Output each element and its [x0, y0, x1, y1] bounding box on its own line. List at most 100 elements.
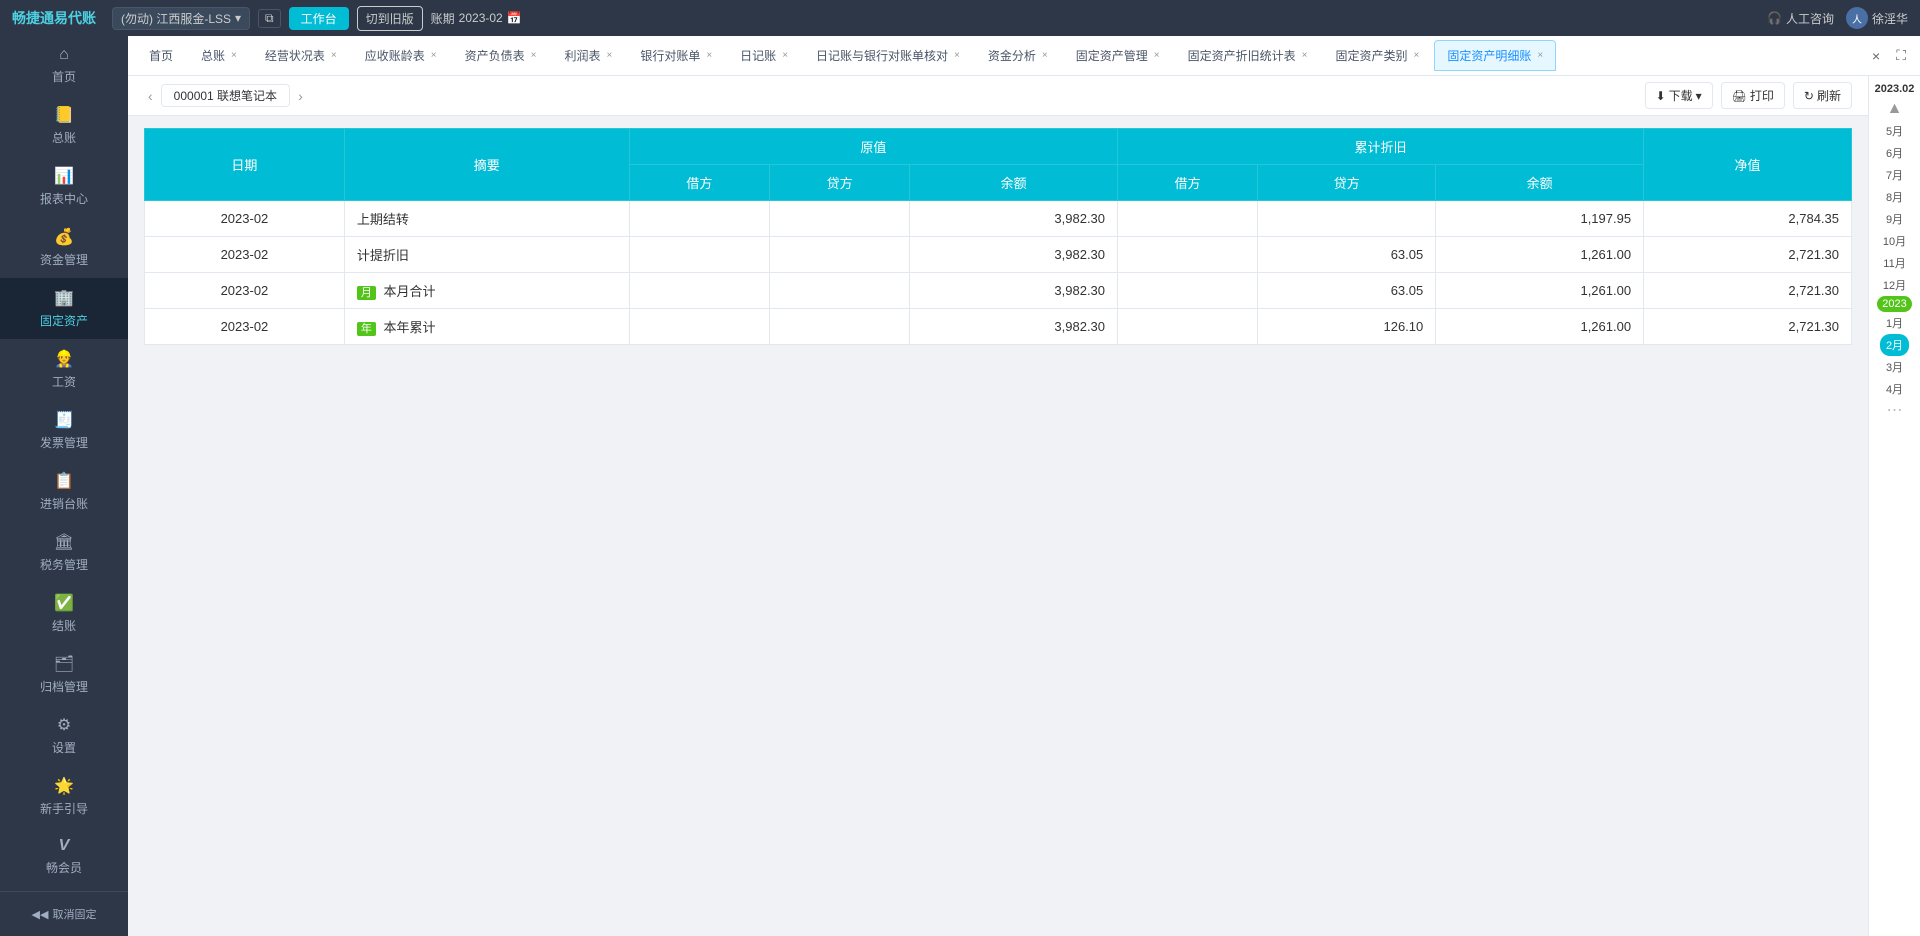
tab-fixed-depreciation[interactable]: 固定资产折旧统计表 × — [1175, 40, 1321, 71]
sidebar-item-settings[interactable]: ⚙ 设置 — [0, 705, 128, 766]
tab-fixed-mgmt[interactable]: 固定资产管理 × — [1063, 40, 1173, 71]
tab-close-icon[interactable]: × — [1537, 50, 1543, 61]
print-label: 打印 — [1750, 87, 1774, 104]
calendar-month-11[interactable]: 11月 — [1879, 252, 1909, 274]
sidebar-item-member[interactable]: V 畅会员 — [0, 827, 128, 886]
tab-close-icon[interactable]: × — [1413, 50, 1419, 61]
tab-bank-statement[interactable]: 银行对账单 × — [627, 40, 725, 71]
refresh-label: 刷新 — [1817, 87, 1841, 104]
calendar-month-6[interactable]: 6月 — [1882, 142, 1907, 164]
row-summary: 月 本月合计 — [344, 273, 629, 309]
row-net-value: 2,784.35 — [1644, 201, 1852, 237]
row-date: 2023-02 — [145, 201, 345, 237]
sidebar-item-fixed-assets[interactable]: 🏢 固定资产 — [0, 278, 128, 339]
tab-close-icon[interactable]: × — [706, 50, 712, 61]
sidebar-item-ledger[interactable]: 📒 总账 — [0, 95, 128, 156]
tab-journal[interactable]: 日记账 × — [727, 40, 801, 71]
print-button[interactable]: 🖨 打印 — [1721, 82, 1785, 109]
sidebar-item-guide[interactable]: 🌟 新手引导 — [0, 766, 128, 827]
tab-close-icon[interactable]: × — [954, 50, 960, 61]
tab-fixed-category[interactable]: 固定资产类别 × — [1322, 40, 1432, 71]
calendar-month-3[interactable]: 3月 — [1882, 356, 1907, 378]
close-all-tabs-button[interactable]: × — [1866, 44, 1886, 68]
service-link[interactable]: 🎧 人工咨询 — [1767, 10, 1834, 27]
dropdown-chevron-icon: ▾ — [1696, 89, 1702, 103]
sidebar-item-sales[interactable]: 📋 进销台账 — [0, 461, 128, 522]
tab-close-icon[interactable]: × — [782, 50, 788, 61]
tab-fund-analysis[interactable]: 资金分析 × — [975, 40, 1061, 71]
table-row: 2023-02 月 本月合计 3,982.30 63.05 1 — [145, 273, 1852, 309]
calendar-month-4[interactable]: 4月 — [1882, 378, 1907, 400]
tab-close-icon[interactable]: × — [531, 50, 537, 61]
calendar-month-2-active[interactable]: 2月 — [1880, 334, 1909, 356]
sidebar-item-archive[interactable]: 🗂 归档管理 — [0, 644, 128, 705]
refresh-button[interactable]: ↻ 刷新 — [1793, 82, 1852, 109]
sidebar-item-label: 固定资产 — [40, 312, 88, 329]
expand-tabs-button[interactable]: ⛶ — [1890, 43, 1912, 68]
th-summary: 摘要 — [344, 129, 629, 201]
sidebar-item-reports[interactable]: 📊 报表中心 — [0, 156, 128, 217]
row-orig-credit — [769, 309, 909, 345]
tab-close-icon[interactable]: × — [231, 50, 237, 61]
switch-version-button[interactable]: 切到旧版 — [357, 6, 423, 31]
calendar-year-marker: 2023 — [1877, 296, 1911, 312]
row-summary-text: 上期结转 — [357, 212, 409, 227]
calendar-month-1[interactable]: 1月 — [1882, 312, 1907, 334]
tab-label: 资金分析 — [988, 47, 1036, 64]
company-selector[interactable]: (勿动) 江西服金-LSS ▾ — [112, 7, 250, 30]
breadcrumb-forward-button[interactable]: › — [294, 86, 307, 106]
tab-close-icon[interactable]: × — [1154, 50, 1160, 61]
tab-label: 固定资产管理 — [1076, 47, 1148, 64]
tab-fixed-detail[interactable]: 固定资产明细账 × — [1434, 40, 1556, 71]
calendar-scroll-up[interactable]: ▲ — [1885, 98, 1905, 120]
tab-close-icon[interactable]: × — [431, 50, 437, 61]
service-label: 人工咨询 — [1786, 10, 1834, 27]
calendar-month-10[interactable]: 10月 — [1879, 230, 1910, 252]
tab-receivable[interactable]: 应收账龄表 × — [352, 40, 450, 71]
member-icon: V — [59, 837, 70, 855]
home-icon: ⌂ — [59, 46, 69, 64]
calendar-month-9[interactable]: 9月 — [1882, 208, 1907, 230]
tab-journal-bank[interactable]: 日记账与银行对账单核对 × — [803, 40, 973, 71]
table-row: 2023-02 上期结转 3,982.30 1,197.95 2,784.35 — [145, 201, 1852, 237]
tab-label: 利润表 — [564, 47, 600, 64]
settlement-icon: ✅ — [54, 593, 74, 613]
download-icon: ⬇ — [1656, 89, 1666, 103]
sidebar-item-settlement[interactable]: ✅ 结账 — [0, 583, 128, 644]
sidebar-item-funds[interactable]: 💰 资金管理 — [0, 217, 128, 278]
calendar-year-header-top[interactable]: 2023.02 — [1873, 80, 1917, 98]
breadcrumb-back-button[interactable]: ‹ — [144, 86, 157, 106]
calendar-month-8[interactable]: 8月 — [1882, 186, 1907, 208]
tab-home[interactable]: 首页 — [136, 40, 186, 71]
tab-ledger[interactable]: 总账 × — [188, 40, 250, 71]
copy-button[interactable]: ⧉ — [258, 9, 281, 28]
sidebar-item-invoice[interactable]: 🧾 发票管理 — [0, 400, 128, 461]
tab-close-icon[interactable]: × — [1042, 50, 1048, 61]
calendar-month-7[interactable]: 7月 — [1882, 164, 1907, 186]
cancel-fixed-button[interactable]: ◀◀ 取消固定 — [4, 900, 124, 928]
calendar-month-12[interactable]: 12月 — [1879, 274, 1910, 296]
guide-icon: 🌟 — [54, 776, 74, 796]
tab-label: 日记账与银行对账单核对 — [816, 47, 948, 64]
download-button[interactable]: ⬇ 下载 ▾ — [1645, 82, 1713, 109]
tab-close-icon[interactable]: × — [331, 50, 337, 61]
dropdown-icon: ▾ — [235, 11, 241, 25]
row-acc-credit: 63.05 — [1258, 273, 1436, 309]
tab-close-icon[interactable]: × — [1302, 50, 1308, 61]
tab-profit[interactable]: 利润表 × — [551, 40, 625, 71]
row-orig-credit — [769, 237, 909, 273]
tab-label: 银行对账单 — [640, 47, 700, 64]
workspace-button[interactable]: 工作台 — [289, 7, 349, 30]
tab-close-icon[interactable]: × — [606, 50, 612, 61]
tabbar: 首页 总账 × 经营状况表 × 应收账龄表 × 资产负债表 × 利润表 × — [128, 36, 1920, 76]
tab-balance-sheet[interactable]: 资产负债表 × — [452, 40, 550, 71]
sidebar-item-home[interactable]: ⌂ 首页 — [0, 36, 128, 95]
user-menu[interactable]: 人 徐淫华 — [1846, 7, 1908, 29]
calendar-month-5[interactable]: 5月 — [1882, 120, 1907, 142]
breadcrumb-current[interactable]: 000001 联想笔记本 — [161, 84, 290, 107]
period-value: 2023-02 — [459, 11, 503, 25]
sidebar-item-tax[interactable]: 🏛 税务管理 — [0, 522, 128, 583]
sidebar-item-payroll[interactable]: 👷 工资 — [0, 339, 128, 400]
row-summary: 上期结转 — [344, 201, 629, 237]
tab-business[interactable]: 经营状况表 × — [252, 40, 350, 71]
